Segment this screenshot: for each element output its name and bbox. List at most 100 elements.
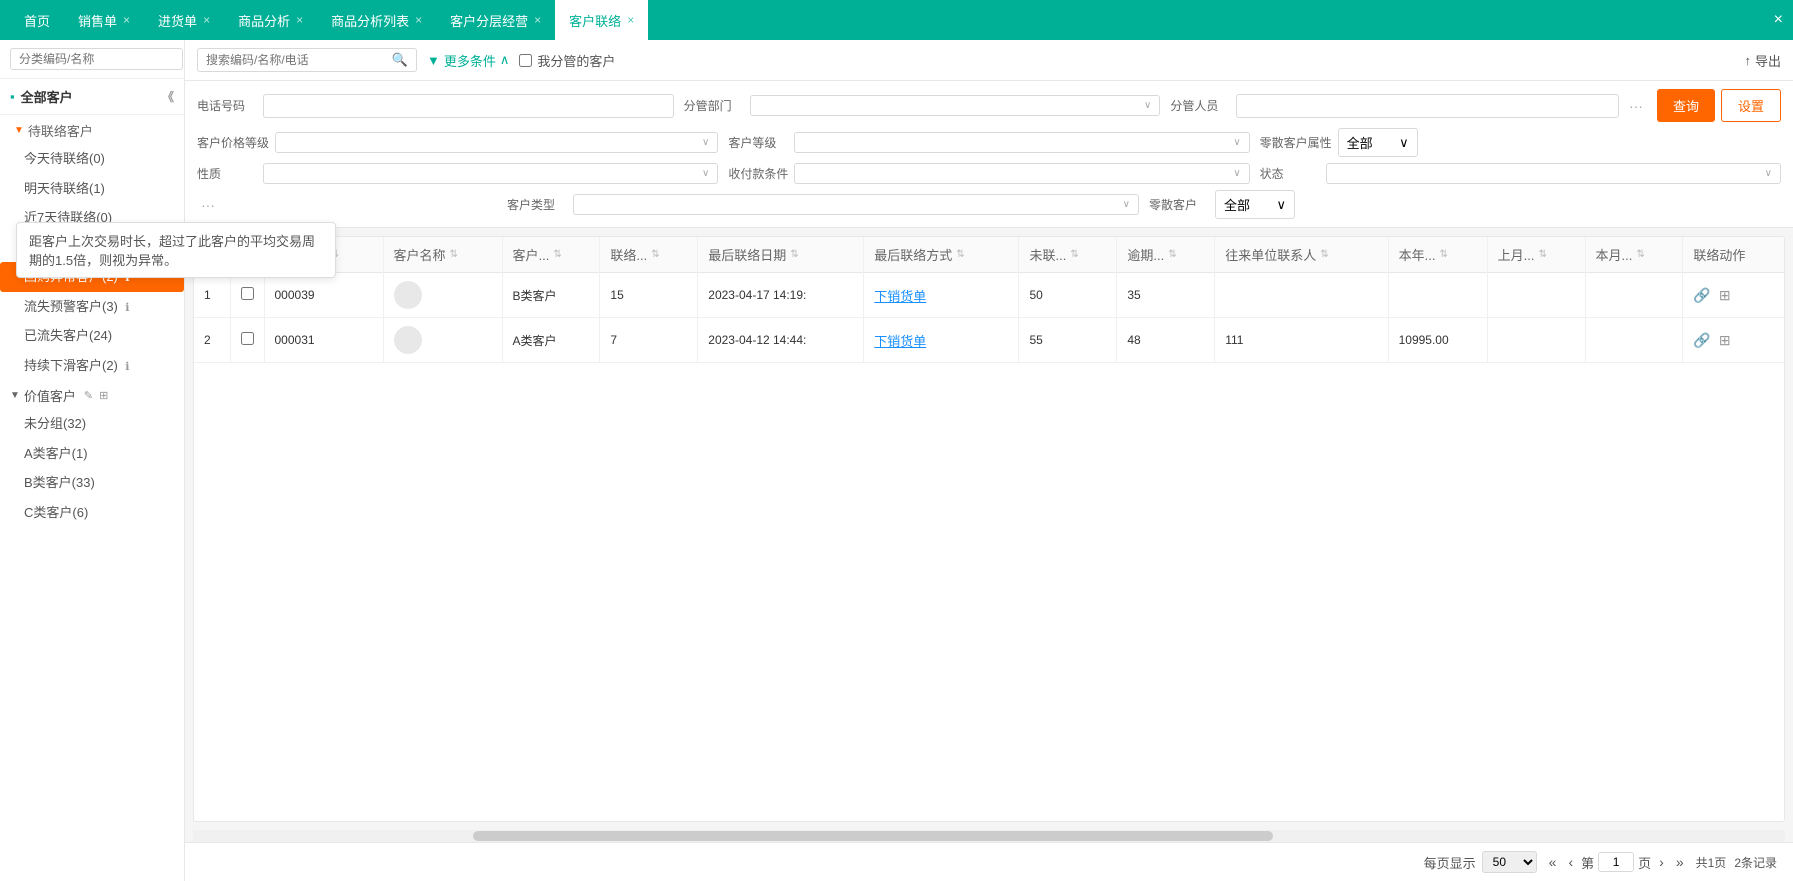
close-purchase-icon[interactable]: ×	[203, 13, 210, 27]
window-close-icon[interactable]: ×	[1774, 11, 1783, 29]
query-button[interactable]: 查询	[1657, 89, 1715, 122]
sidebar-declining[interactable]: 持续下滑客户(2) ℹ	[0, 351, 184, 381]
th-last-month: 上月... ⇅	[1487, 237, 1585, 273]
sidebar-all-customers[interactable]: ▪ 全部客户 《	[0, 79, 184, 115]
sort-contact-icon[interactable]: ⇅	[651, 249, 659, 260]
payment-select[interactable]: ∨	[794, 163, 1249, 184]
nav-home[interactable]: 首页	[10, 0, 64, 40]
contact-method-link-1[interactable]: 下销货单	[874, 289, 926, 304]
td-overdue-2: 48	[1117, 318, 1215, 363]
gender-select[interactable]: ∨	[263, 163, 718, 184]
sidebar-class-b[interactable]: B类客户(33)	[0, 468, 184, 498]
sort-method-icon[interactable]: ⇅	[956, 249, 964, 260]
sort-date-icon[interactable]: ⇅	[790, 249, 798, 260]
manager-input[interactable]	[1236, 94, 1619, 118]
sort-last-month-icon[interactable]: ⇅	[1538, 249, 1546, 260]
sidebar-collapse-icon[interactable]: 《	[162, 88, 174, 105]
th-contact-count: 联络... ⇅	[600, 237, 698, 273]
close-customer-segment-icon[interactable]: ×	[534, 13, 541, 27]
zero-customer-attr-select[interactable]: 全部 ∨	[1338, 128, 1418, 157]
close-product-list-icon[interactable]: ×	[415, 13, 422, 27]
per-page-select[interactable]: 50 20 100	[1482, 851, 1537, 873]
sidebar-search-input[interactable]	[10, 48, 183, 70]
status-arrow-icon: ∨	[1765, 168, 1772, 179]
th-this-year: 本年... ⇅	[1388, 237, 1487, 273]
customer-type-select[interactable]: ∨	[573, 194, 1139, 215]
total-records: 2条记录	[1734, 854, 1777, 871]
my-customers-checkbox[interactable]	[519, 54, 532, 67]
price-level-field: 客户价格等级 ∨	[197, 132, 718, 153]
dept-select[interactable]: ∨	[750, 95, 1161, 116]
last-page-btn[interactable]: »	[1672, 854, 1688, 870]
sidebar-value-customers-title[interactable]: ▼ 价值客户 ✎ ⊞	[0, 380, 184, 409]
manager-dots-btn[interactable]: ···	[1625, 98, 1647, 114]
settings-button[interactable]: 设置	[1721, 89, 1781, 122]
sort-name-icon[interactable]: ⇅	[450, 249, 458, 260]
my-customers-checkbox-wrap[interactable]: 我分管的客户	[519, 51, 615, 70]
close-sales-icon[interactable]: ×	[123, 13, 130, 27]
avatar-2	[394, 326, 422, 354]
nav-product-analysis[interactable]: 商品分析 ×	[224, 0, 317, 40]
nav-customer-segment[interactable]: 客户分层经营 ×	[436, 0, 555, 40]
top-nav: 首页 销售单 × 进货单 × 商品分析 × 商品分析列表 × 客户分层经营 × …	[0, 0, 1793, 40]
lost-info-icon: ℹ	[125, 302, 129, 314]
sidebar-pending-contact-title[interactable]: ▼ 待联络客户	[0, 115, 184, 144]
th-not-contact: 未联... ⇅	[1019, 237, 1117, 273]
sidebar-class-a[interactable]: A类客户(1)	[0, 439, 184, 469]
sidebar-today-pending[interactable]: 今天待联络(0)	[0, 144, 184, 174]
td-last-contact-date-2: 2023-04-12 14:44:	[698, 318, 864, 363]
export-btn[interactable]: ↑ 导出	[1744, 51, 1781, 70]
customer-level-select[interactable]: ∨	[794, 132, 1249, 153]
next-page-btn[interactable]: ›	[1655, 854, 1668, 870]
filter-icon: ▼	[427, 53, 440, 68]
search-input[interactable]	[206, 53, 387, 67]
search-wrap: 🔍	[197, 48, 417, 72]
sort-unit-icon[interactable]: ⇅	[1320, 249, 1328, 260]
sort-not-contact-icon[interactable]: ⇅	[1070, 249, 1078, 260]
contact-method-link-2[interactable]: 下销货单	[874, 334, 926, 349]
price-level-select[interactable]: ∨	[275, 132, 718, 153]
td-last-contact-date-1: 2023-04-17 14:19:	[698, 273, 864, 318]
pagination: 每页显示 50 20 100 « ‹ 第 页 › » 共1页 2条记录	[185, 842, 1793, 881]
phone-input[interactable]	[263, 94, 674, 118]
sidebar-already-lost[interactable]: 已流失客户(24)	[0, 321, 184, 351]
status-field: 状态 ∨	[1260, 163, 1781, 184]
sort-class-icon[interactable]: ⇅	[553, 249, 561, 260]
action-link-icon-1[interactable]: 🔗	[1693, 287, 1710, 304]
avatar-1	[394, 281, 422, 309]
sidebar-tomorrow-pending[interactable]: 明天待联络(1)	[0, 174, 184, 204]
page-input[interactable]	[1598, 852, 1634, 872]
td-checkbox-1	[230, 273, 264, 318]
sort-this-month-icon[interactable]: ⇅	[1636, 249, 1644, 260]
zero-customer-select[interactable]: 全部 ∨	[1215, 190, 1295, 219]
prev-page-btn[interactable]: ‹	[1564, 854, 1577, 870]
sidebar-search-wrap: 🔍	[0, 40, 184, 79]
search-btn-icon[interactable]: 🔍	[392, 52, 408, 68]
action-link-icon-2[interactable]: 🔗	[1693, 332, 1710, 349]
close-customer-contact-icon[interactable]: ×	[627, 13, 634, 27]
repurchase-anomaly-tooltip: 距客户上次交易时长，超过了此客户的平均交易周期的1.5倍，则视为异常。	[16, 222, 185, 278]
sidebar-add-icon[interactable]: ⊞	[99, 389, 108, 402]
nav-product-analysis-list[interactable]: 商品分析列表 ×	[317, 0, 436, 40]
sort-overdue-icon[interactable]: ⇅	[1168, 249, 1176, 260]
more-conditions-btn[interactable]: ▼ 更多条件 ∧	[427, 51, 509, 70]
scrollbar-thumb[interactable]	[473, 831, 1273, 841]
horizontal-scrollbar[interactable]	[193, 830, 1785, 842]
sort-year-icon[interactable]: ⇅	[1439, 249, 1447, 260]
row1-checkbox[interactable]	[241, 287, 254, 300]
sidebar-edit-icon[interactable]: ✎	[84, 389, 93, 402]
first-page-btn[interactable]: «	[1545, 854, 1561, 870]
action-grid-icon-2[interactable]: ⊞	[1719, 332, 1731, 349]
dots2-btn[interactable]: ···	[197, 197, 219, 213]
sidebar-class-c[interactable]: C类客户(6)	[0, 498, 184, 528]
sidebar-unclassified[interactable]: 未分组(32)	[0, 409, 184, 439]
sidebar-lost-predicted[interactable]: 流失预警客户(3) ℹ	[0, 292, 184, 322]
td-class-1: B类客户	[502, 273, 600, 318]
close-product-analysis-icon[interactable]: ×	[296, 13, 303, 27]
action-grid-icon-1[interactable]: ⊞	[1719, 287, 1731, 304]
nav-sales[interactable]: 销售单 ×	[64, 0, 144, 40]
row2-checkbox[interactable]	[241, 332, 254, 345]
nav-customer-contact[interactable]: 客户联络 ×	[555, 0, 648, 40]
nav-purchase[interactable]: 进货单 ×	[144, 0, 224, 40]
status-select[interactable]: ∨	[1326, 163, 1781, 184]
